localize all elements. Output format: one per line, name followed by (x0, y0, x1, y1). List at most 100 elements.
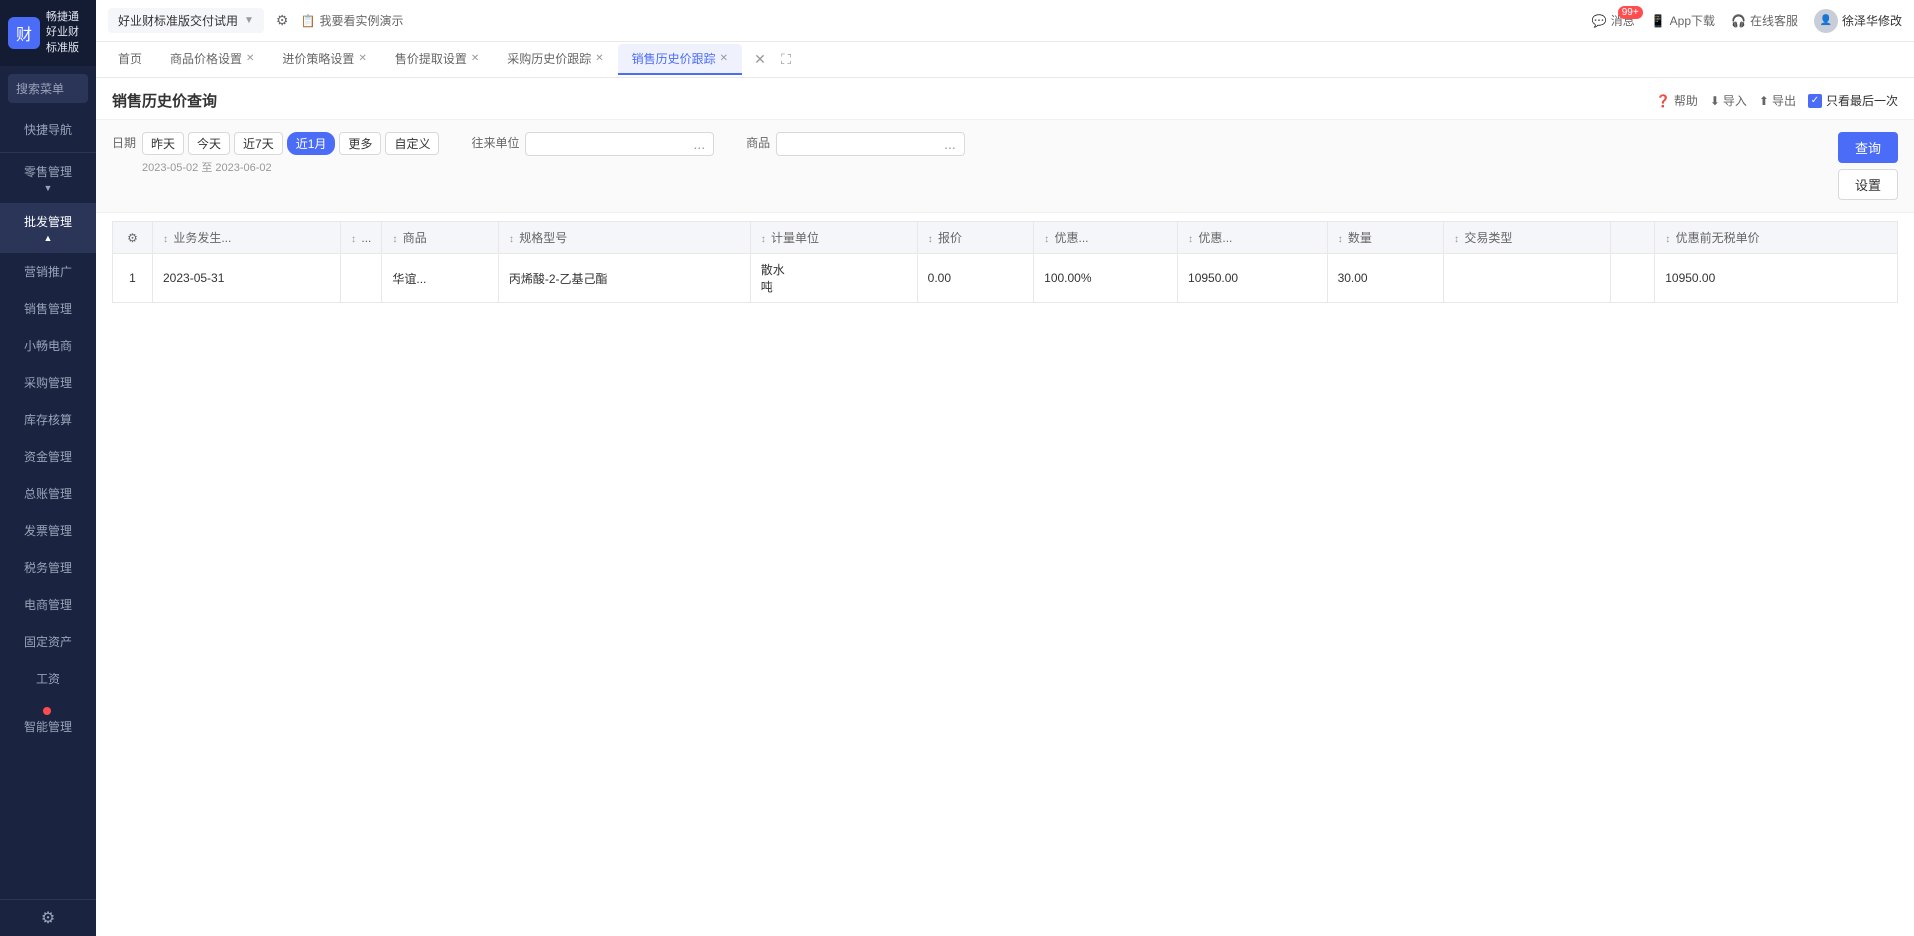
th-discount-amt-sort-icon[interactable]: ↕ (1188, 234, 1193, 245)
sidebar-search[interactable]: 搜索菜单 (0, 66, 96, 111)
th-price-sort-icon[interactable]: ↕ (928, 234, 933, 245)
product-input-wrap: ... (776, 132, 965, 156)
help-button[interactable]: ❓ 帮助 (1656, 92, 1698, 109)
date-btn-last1m[interactable]: 近1月 (287, 132, 336, 155)
sidebar-item-purchase[interactable]: 采购管理 (0, 364, 96, 401)
date-btn-today[interactable]: 今天 (188, 132, 230, 155)
sidebar-item-fixed-assets[interactable]: 固定资产 (0, 623, 96, 660)
th-tx-type-sort-icon[interactable]: ↕ (1454, 234, 1459, 245)
export-button[interactable]: ⬆ 导出 (1759, 92, 1796, 109)
th-unit: ↕ 计量单位 (750, 222, 917, 254)
th-product-sort-icon[interactable]: ↕ (392, 234, 397, 245)
date-btn-yesterday[interactable]: 昨天 (142, 132, 184, 155)
th-discount-pct-sort-icon[interactable]: ↕ (1044, 234, 1049, 245)
maximize-window-button[interactable]: ⛶ (776, 50, 796, 70)
date-btn-more[interactable]: 更多 (339, 132, 381, 155)
th-pre-tax-price: ↕ 优惠前无税单价 (1655, 222, 1898, 254)
sidebar-settings-icon[interactable]: ⚙ (41, 910, 55, 927)
finance-label: 资金管理 (24, 448, 72, 465)
sidebar-item-ecommerce[interactable]: 电商管理 (0, 586, 96, 623)
user-menu[interactable]: 👤 徐泽华修改 (1814, 9, 1902, 33)
tab-home[interactable]: 首页 (104, 44, 156, 75)
tab-sales-history[interactable]: 销售历史价跟踪 ✕ (618, 44, 742, 75)
th-spec: ↕ 规格型号 (498, 222, 750, 254)
th-pre-tax-sort-icon[interactable]: ↕ (1665, 234, 1670, 245)
cell-unit: 散水 吨 (750, 254, 917, 303)
date-btn-custom[interactable]: 自定义 (385, 132, 439, 155)
query-button[interactable]: 查询 (1838, 132, 1898, 163)
date-filter: 日期 昨天 今天 近7天 近1月 更多 自定义 2023-05-02 至 202… (112, 132, 439, 175)
tab-purchase-strategy-close-icon[interactable]: ✕ (358, 53, 366, 64)
sidebar-item-invoice[interactable]: 发票管理 (0, 512, 96, 549)
date-filter-label: 日期 (112, 132, 136, 151)
quick-nav-label: 快捷导航 (24, 121, 72, 138)
main-area: 好业财标准版交付试用 ▼ ⚙ 📋 我要看实例演示 💬 消息 99+ 📱 App下… (96, 0, 1914, 936)
import-icon: ⬇ (1710, 94, 1720, 108)
settings-button[interactable]: 设置 (1838, 169, 1898, 200)
sidebar-item-small-ecommerce[interactable]: 小畅电商 (0, 327, 96, 364)
close-window-button[interactable]: ✕ (750, 50, 770, 70)
sidebar-item-quick-nav[interactable]: 快捷导航 (0, 111, 96, 148)
message-button[interactable]: 💬 消息 99+ (1592, 12, 1635, 29)
sidebar-item-ai[interactable]: 智能管理 (0, 697, 96, 745)
tab-product-price-close-icon[interactable]: ✕ (246, 53, 254, 64)
th-more-sort-icon[interactable]: ↕ (351, 234, 356, 245)
tab-purchase-strategy[interactable]: 进价策略设置 ✕ (268, 44, 380, 75)
cell-discount-amt: 10950.00 (1178, 254, 1328, 303)
cell-spec: 丙烯酸-2-乙基己酯 (498, 254, 750, 303)
wholesale-sub-arrow: ▲ (44, 233, 53, 243)
th-spacer (1611, 222, 1655, 254)
partner-filter-label: 往来单位 (471, 132, 519, 151)
date-btn-last7[interactable]: 近7天 (234, 132, 283, 155)
sidebar-item-marketing[interactable]: 营销推广 (0, 253, 96, 290)
sidebar-item-sales[interactable]: 销售管理 (0, 290, 96, 327)
th-unit-sort-icon[interactable]: ↕ (761, 234, 766, 245)
import-button[interactable]: ⬇ 导入 (1710, 92, 1747, 109)
help-label: 帮助 (1674, 92, 1698, 109)
tab-sales-history-close-icon[interactable]: ✕ (720, 53, 728, 64)
export-icon: ⬆ (1759, 94, 1769, 108)
tabbar: 首页 商品价格设置 ✕ 进价策略设置 ✕ 售价提取设置 ✕ 采购历史价跟踪 ✕ … (96, 42, 1914, 78)
topbar-right: 💬 消息 99+ 📱 App下载 🎧 在线客服 👤 徐泽华修改 (1592, 9, 1902, 33)
version-selector[interactable]: 好业财标准版交付试用 ▼ (108, 8, 264, 33)
online-service-label: 在线客服 (1750, 12, 1798, 29)
demo-button[interactable]: 📋 我要看实例演示 (300, 12, 403, 29)
sidebar-item-wholesale[interactable]: 批发管理 ▲ (0, 203, 96, 253)
avatar: 👤 (1814, 9, 1838, 33)
tab-purchase-history-close-icon[interactable]: ✕ (595, 53, 603, 64)
product-dots-button[interactable]: ... (944, 136, 956, 152)
th-qty-sort-icon[interactable]: ↕ (1338, 234, 1343, 245)
cell-discount-pct: 100.00% (1034, 254, 1178, 303)
sidebar-item-ledger[interactable]: 总账管理 (0, 475, 96, 512)
only-last-check-icon: ✓ (1808, 94, 1822, 108)
column-settings-icon[interactable]: ⚙ (127, 231, 138, 245)
sidebar-bottom: ⚙ (0, 899, 96, 936)
inventory-label: 库存核算 (24, 411, 72, 428)
small-ecommerce-label: 小畅电商 (24, 337, 72, 354)
th-discount-amt: ↕ 优惠... (1178, 222, 1328, 254)
sidebar-item-tax[interactable]: 税务管理 (0, 549, 96, 586)
sidebar-item-retail[interactable]: 零售管理 ▼ (0, 153, 96, 203)
th-discount-pct: ↕ 优惠... (1034, 222, 1178, 254)
th-spec-sort-icon[interactable]: ↕ (509, 234, 514, 245)
app-download-button[interactable]: 📱 App下载 (1651, 12, 1715, 29)
tab-sale-price-close-icon[interactable]: ✕ (471, 53, 479, 64)
product-input[interactable] (785, 137, 940, 151)
sidebar-item-finance[interactable]: 资金管理 (0, 438, 96, 475)
sidebar-item-salary[interactable]: 工资 (0, 660, 96, 697)
cell-price: 0.00 (917, 254, 1033, 303)
online-service-button[interactable]: 🎧 在线客服 (1731, 12, 1798, 29)
partner-dots-button[interactable]: ... (693, 136, 705, 152)
sidebar-item-inventory[interactable]: 库存核算 (0, 401, 96, 438)
tab-product-price[interactable]: 商品价格设置 ✕ (156, 44, 268, 75)
tab-purchase-history[interactable]: 采购历史价跟踪 ✕ (493, 44, 617, 75)
tab-sale-price[interactable]: 售价提取设置 ✕ (381, 44, 493, 75)
message-icon: 💬 (1592, 14, 1607, 28)
cell-pre-tax-price: 10950.00 (1655, 254, 1898, 303)
search-menu-button[interactable]: 搜索菜单 (8, 74, 88, 103)
partner-input[interactable] (534, 137, 689, 151)
th-biz-date-sort-icon[interactable]: ↕ (163, 234, 168, 245)
only-last-checkbox[interactable]: ✓ 只看最后一次 (1808, 92, 1898, 109)
ledger-label: 总账管理 (24, 485, 72, 502)
topbar-settings-icon[interactable]: ⚙ (276, 12, 289, 29)
